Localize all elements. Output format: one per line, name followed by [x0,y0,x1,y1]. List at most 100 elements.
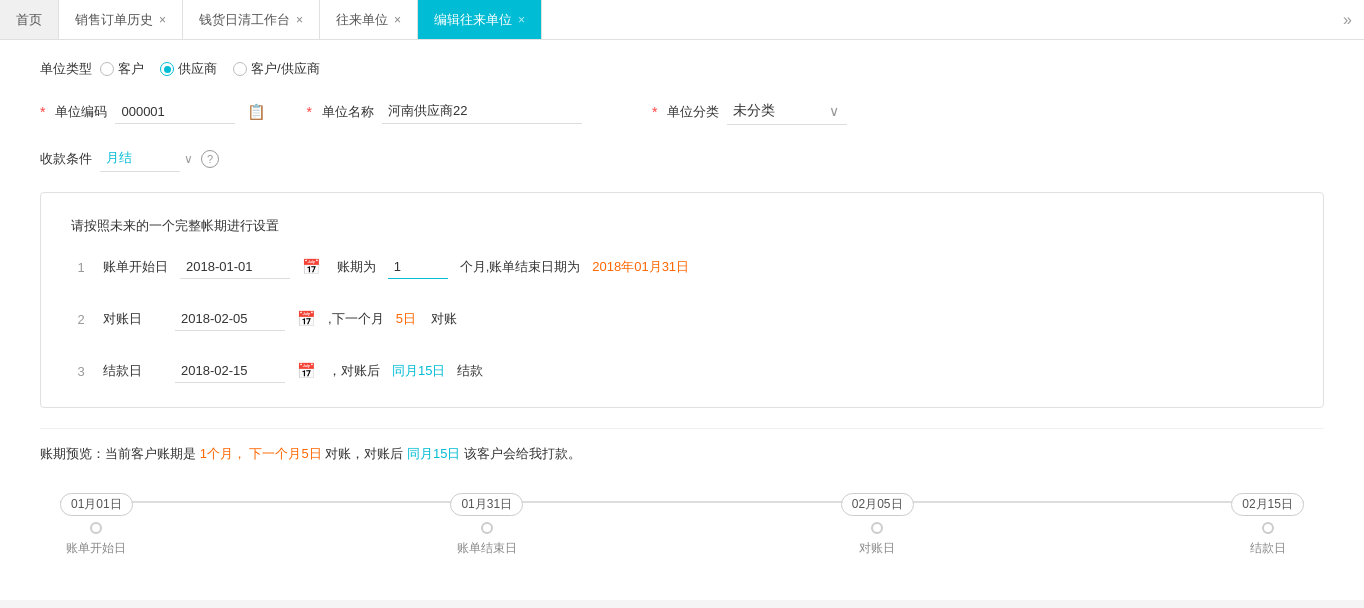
preview-part2: 下一个月5日 [249,446,321,461]
unit-code-label: 单位编码 [55,103,107,121]
tab-edit-partner[interactable]: 编辑往来单位 × [418,0,542,39]
period-reconcile-suffix-1: ,下一个月 [328,310,384,328]
radio-both-label: 客户/供应商 [251,60,320,78]
unit-category-group: * 单位分类 未分类 ∨ [652,98,847,125]
unit-name-input[interactable] [382,100,582,124]
preview-label: 账期预览：当前客户账期是 [40,446,196,461]
payment-terms-row: 收款条件 月结 ∨ ? [40,145,1324,172]
timeline-point-2: 02月05日 对账日 [841,493,914,557]
payment-terms-arrow-icon: ∨ [184,152,193,166]
period-row-3: 3 结款日 📅 ，对账后 同月15日 结款 [71,359,1293,383]
timeline-point-1: 01月31日 账单结束日 [450,493,523,557]
period-month-input[interactable] [388,255,448,279]
timeline-date-3: 02月15日 [1231,493,1304,516]
tab-partner-close[interactable]: × [394,13,401,27]
timeline-points: 01月01日 账单开始日 01月31日 账单结束日 02月05日 对账日 [60,493,1304,557]
radio-supplier[interactable]: 供应商 [160,60,217,78]
payment-terms-label: 收款条件 [40,150,92,168]
help-icon[interactable]: ? [201,150,219,168]
period-end-date-text: 2018年01月31日 [592,258,689,276]
tab-partner[interactable]: 往来单位 × [320,0,418,39]
tab-bar: 首页 销售订单历史 × 钱货日清工作台 × 往来单位 × 编辑往来单位 × » [0,0,1364,40]
period-reconcile-suffix-2: 对账 [428,310,458,328]
radio-supplier-circle [160,62,174,76]
calendar-icon-1[interactable]: 📅 [302,258,321,276]
timeline-dot-0 [90,522,102,534]
period-label-1: 账单开始日 [103,258,168,276]
period-start-date-input[interactable] [180,255,290,279]
timeline-point-3: 02月15日 结款日 [1231,493,1304,557]
period-label-3: 结款日 [103,362,163,380]
radio-supplier-label: 供应商 [178,60,217,78]
period-num-2: 2 [71,312,91,327]
payment-terms-value: 月结 [100,145,180,172]
period-payment-suffix-1: ，对账后 [328,362,380,380]
unit-name-label: 单位名称 [322,103,374,121]
tab-sales-history-close[interactable]: × [159,13,166,27]
tab-edit-partner-label: 编辑往来单位 [434,11,512,29]
tab-expand-button[interactable]: » [1331,0,1364,39]
tab-cashflow-label: 钱货日清工作台 [199,11,290,29]
timeline-container: 01月01日 账单开始日 01月31日 账单结束日 02月05日 对账日 [40,483,1324,557]
period-row-1: 1 账单开始日 📅 账期为 个月,账单结束日期为 2018年01月31日 [71,255,1293,279]
timeline-dot-1 [481,522,493,534]
unit-type-row: 单位类型 客户 供应商 客户/供应商 [40,60,1324,78]
radio-both[interactable]: 客户/供应商 [233,60,320,78]
unit-info-row: * 单位编码 📋 * 单位名称 * 单位分类 未分类 ∨ [40,98,1324,125]
timeline-point-0: 01月01日 账单开始日 [60,493,133,557]
timeline-label-3: 结款日 [1250,540,1286,557]
timeline-label-1: 账单结束日 [457,540,517,557]
radio-customer[interactable]: 客户 [100,60,144,78]
timeline-label-2: 对账日 [859,540,895,557]
period-card: 请按照未来的一个完整帐期进行设置 1 账单开始日 📅 账期为 个月,账单结束日期… [40,192,1324,408]
radio-customer-circle [100,62,114,76]
period-reconcile-date-input[interactable] [175,307,285,331]
preview-end: 该客户会给我打款。 [464,446,581,461]
payment-terms-group: 收款条件 月结 ∨ ? [40,145,219,172]
tab-partner-label: 往来单位 [336,11,388,29]
calendar-icon-3[interactable]: 📅 [297,362,316,380]
tab-cashflow-close[interactable]: × [296,13,303,27]
period-reconcile-highlight: 5日 [396,310,416,328]
tab-cashflow[interactable]: 钱货日清工作台 × [183,0,320,39]
unit-category-label: 单位分类 [667,103,719,121]
preview-mid: 对账，对账后 [325,446,403,461]
period-num-3: 3 [71,364,91,379]
period-row-2: 2 对账日 📅 ,下一个月 5日 对账 [71,307,1293,331]
preview-part1: 1个月， [200,446,246,461]
radio-both-circle [233,62,247,76]
tab-home[interactable]: 首页 [0,0,59,39]
unit-category-select[interactable]: 未分类 ∨ [727,98,847,125]
period-payment-date-input[interactable] [175,359,285,383]
category-arrow-icon: ∨ [829,103,839,119]
main-content: 单位类型 客户 供应商 客户/供应商 * 单位编码 [0,40,1364,600]
timeline-dot-3 [1262,522,1274,534]
payment-terms-select[interactable]: 月结 ∨ [100,145,193,172]
timeline-label-0: 账单开始日 [66,540,126,557]
unit-code-input[interactable] [115,100,235,124]
radio-customer-label: 客户 [118,60,144,78]
period-prefix-text: 账期为 [333,258,376,276]
radio-group: 客户 供应商 客户/供应商 [100,60,320,78]
period-card-title: 请按照未来的一个完整帐期进行设置 [71,217,1293,235]
tab-sales-history-label: 销售订单历史 [75,11,153,29]
unit-name-group: * 单位名称 [306,100,581,124]
unit-category-value: 未分类 [733,102,775,120]
period-num-1: 1 [71,260,91,275]
tab-edit-partner-close[interactable]: × [518,13,525,27]
unit-type-label: 单位类型 [40,60,92,78]
preview-part3: 同月15日 [407,446,460,461]
timeline-date-1: 01月31日 [450,493,523,516]
preview-row: 账期预览：当前客户账期是 1个月， 下一个月5日 对账，对账后 同月15日 该客… [40,428,1324,483]
period-suffix-text: 个月,账单结束日期为 [460,258,581,276]
copy-icon[interactable]: 📋 [247,103,266,121]
tab-home-label: 首页 [16,11,42,29]
timeline-date-2: 02月05日 [841,493,914,516]
calendar-icon-2[interactable]: 📅 [297,310,316,328]
tab-sales-history[interactable]: 销售订单历史 × [59,0,183,39]
timeline-date-0: 01月01日 [60,493,133,516]
period-payment-highlight: 同月15日 [392,362,445,380]
unit-type-group: 单位类型 客户 供应商 客户/供应商 [40,60,320,78]
timeline-dot-2 [871,522,883,534]
period-label-2: 对账日 [103,310,163,328]
